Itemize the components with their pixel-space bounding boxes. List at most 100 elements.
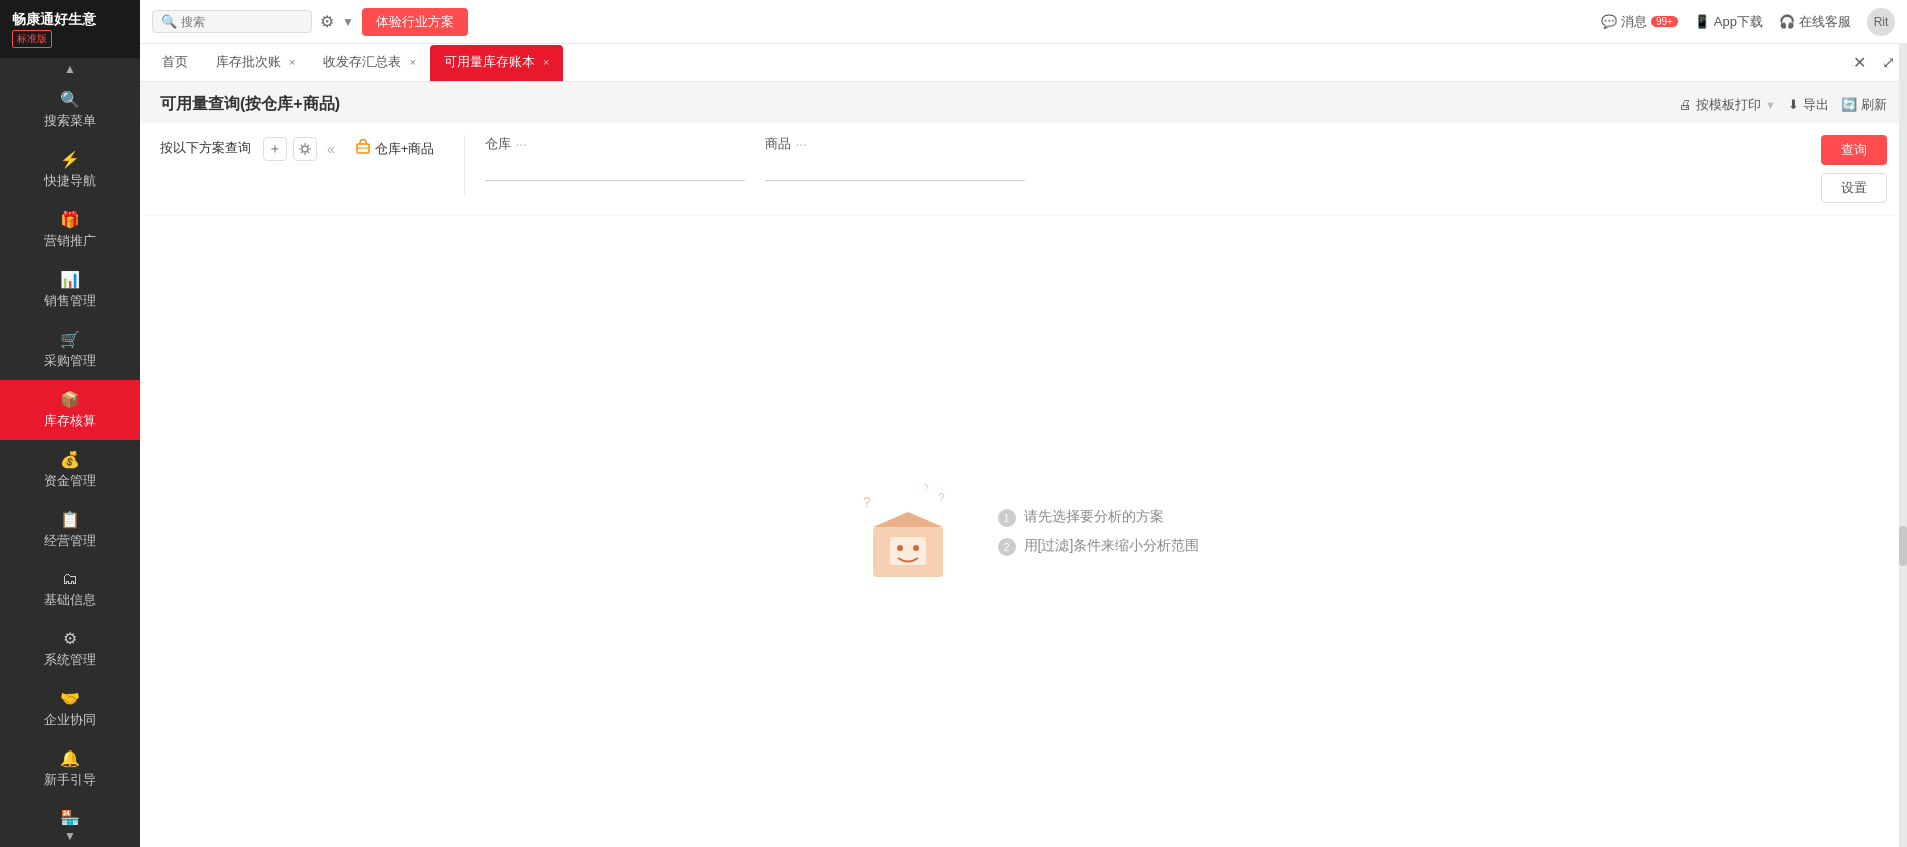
svg-text:?: ? xyxy=(938,491,945,505)
print-label: 按模板打印 xyxy=(1696,96,1761,114)
svg-text:?: ? xyxy=(923,483,929,494)
tab-available-close[interactable]: × xyxy=(543,56,549,68)
sidebar-item-enterprise[interactable]: 🤝 企业协同 xyxy=(0,679,140,739)
tab-available[interactable]: 可用量库存账本 × xyxy=(430,45,563,81)
close-tab-button[interactable]: ✕ xyxy=(1849,49,1870,76)
sidebar-item-system[interactable]: ⚙ 系统管理 xyxy=(0,619,140,679)
sidebar: 畅康通好生意 标准版 ▲ 🔍 搜索菜单 ⚡ 快捷导航 🎁 营销推广 📊 销售管理… xyxy=(0,0,140,847)
sidebar-item-label: 快捷导航 xyxy=(44,172,96,190)
tabs-right-controls: ✕ ⤢ xyxy=(1849,49,1899,76)
shortcut-icon: ⚡ xyxy=(60,150,80,169)
tip-number-1: 1 xyxy=(998,509,1016,527)
setting-button[interactable]: 设置 xyxy=(1821,173,1887,203)
tab-summary-close[interactable]: × xyxy=(409,56,415,68)
sidebar-logo: 畅康通好生意 标准版 xyxy=(0,0,140,58)
page-header: 可用量查询(按仓库+商品) 🖨 按模板打印 ▼ ⬇ 导出 🔄 刷新 xyxy=(140,82,1907,123)
collapse-panel-button[interactable]: « xyxy=(323,137,339,161)
search-input[interactable] xyxy=(181,15,291,29)
query-schemes: ＋ « 仓库+商品 xyxy=(263,135,444,162)
empty-illustration: ? ? ? xyxy=(848,472,968,592)
scheme-warehouse-product[interactable]: 仓库+商品 xyxy=(345,135,445,162)
sidebar-nav: 🔍 搜索菜单 ⚡ 快捷导航 🎁 营销推广 📊 销售管理 🛒 采购管理 📦 库存核… xyxy=(0,80,140,825)
app-download-action[interactable]: 📱 App下载 xyxy=(1694,13,1763,31)
print-dropdown-icon[interactable]: ▼ xyxy=(1765,99,1776,111)
tab-batch[interactable]: 库存批次账 × xyxy=(202,45,309,81)
basic-icon: 🗂 xyxy=(62,570,78,588)
message-action[interactable]: 💬 消息 99+ xyxy=(1601,13,1678,31)
sidebar-scroll-down[interactable]: ▼ xyxy=(0,825,140,847)
sidebar-item-label: 新手引导 xyxy=(44,771,96,789)
online-service-action[interactable]: 🎧 在线客服 xyxy=(1779,13,1851,31)
phone-icon: 📱 xyxy=(1694,14,1710,29)
tab-batch-close[interactable]: × xyxy=(289,56,295,68)
top-bar: 🔍 ⚙ ▼ 体验行业方案 💬 消息 99+ 📱 App下载 🎧 在线客服 Rit xyxy=(140,0,1907,44)
product-input[interactable] xyxy=(765,157,1025,181)
empty-tip-1: 1 请先选择要分析的方案 xyxy=(998,508,1200,527)
warehouse-input[interactable] xyxy=(485,157,745,181)
svg-point-7 xyxy=(913,545,919,551)
tab-summary[interactable]: 收发存汇总表 × xyxy=(309,45,429,81)
query-actions: 查询 设置 xyxy=(1821,135,1887,203)
sidebar-item-newbie[interactable]: 🔔 新手引导 xyxy=(0,739,140,799)
finance-icon: 💰 xyxy=(60,450,80,469)
config-scheme-button[interactable] xyxy=(293,137,317,161)
refresh-action[interactable]: 🔄 刷新 xyxy=(1841,96,1887,114)
newbie-icon: 🔔 xyxy=(60,749,80,768)
user-name: Rit xyxy=(1874,15,1889,29)
sidebar-item-basic[interactable]: 🗂 基础信息 xyxy=(0,560,140,619)
tab-available-label: 可用量库存账本 xyxy=(444,53,535,71)
sidebar-item-marketing[interactable]: 🎁 营销推广 xyxy=(0,200,140,260)
right-scrollbar[interactable] xyxy=(1899,44,1907,847)
settings-icon[interactable]: ⚙ xyxy=(320,12,334,31)
tab-home[interactable]: 首页 xyxy=(148,45,202,81)
export-action[interactable]: ⬇ 导出 xyxy=(1788,96,1829,114)
sidebar-item-operation[interactable]: 📋 经营管理 xyxy=(0,500,140,560)
sidebar-item-appstore[interactable]: 🏪 应用中心 xyxy=(0,799,140,825)
settings-icon xyxy=(298,142,312,156)
print-action[interactable]: 🖨 按模板打印 ▼ xyxy=(1679,96,1776,114)
sidebar-scroll-up[interactable]: ▲ xyxy=(0,58,140,80)
marketing-icon: 🎁 xyxy=(60,210,80,229)
system-icon: ⚙ xyxy=(63,629,77,648)
tab-batch-label: 库存批次账 xyxy=(216,53,281,71)
warehouse-label: 仓库 xyxy=(485,135,511,153)
expand-tab-button[interactable]: ⤢ xyxy=(1878,49,1899,76)
refresh-label: 刷新 xyxy=(1861,96,1887,114)
sidebar-item-search[interactable]: 🔍 搜索菜单 xyxy=(0,80,140,140)
scheme-icon xyxy=(355,139,371,158)
app-download-label: App下载 xyxy=(1714,13,1763,31)
warehouse-more-icon[interactable]: ··· xyxy=(515,136,527,152)
product-more-icon[interactable]: ··· xyxy=(795,136,807,152)
query-button[interactable]: 查询 xyxy=(1821,135,1887,165)
sidebar-item-label: 经营管理 xyxy=(44,532,96,550)
sidebar-item-label: 采购管理 xyxy=(44,352,96,370)
search-icon: 🔍 xyxy=(60,90,80,109)
scrollbar-thumb[interactable] xyxy=(1899,526,1907,566)
sidebar-item-finance[interactable]: 💰 资金管理 xyxy=(0,440,140,500)
top-bar-actions: 💬 消息 99+ 📱 App下载 🎧 在线客服 Rit xyxy=(1601,8,1895,36)
empty-svg: ? ? ? xyxy=(848,472,968,592)
headset-icon: 🎧 xyxy=(1779,14,1795,29)
sidebar-item-shortcut[interactable]: ⚡ 快捷导航 xyxy=(0,140,140,200)
sidebar-item-label: 销售管理 xyxy=(44,292,96,310)
sidebar-item-label: 资金管理 xyxy=(44,472,96,490)
svg-point-0 xyxy=(302,146,308,152)
page-content: 可用量查询(按仓库+商品) 🖨 按模板打印 ▼ ⬇ 导出 🔄 刷新 按以下方 xyxy=(140,82,1907,847)
sidebar-item-purchase[interactable]: 🛒 采购管理 xyxy=(0,320,140,380)
avatar[interactable]: Rit xyxy=(1867,8,1895,36)
warehouse-field: 仓库 ··· xyxy=(485,135,745,181)
tip-text-2: 用[过滤]条件来缩小分析范围 xyxy=(1024,537,1200,555)
product-field: 商品 ··· xyxy=(765,135,1025,181)
add-scheme-button[interactable]: ＋ xyxy=(263,137,287,161)
search-box[interactable]: 🔍 xyxy=(152,10,312,33)
industry-solution-button[interactable]: 体验行业方案 xyxy=(362,8,468,36)
sidebar-item-label: 库存核算 xyxy=(44,412,96,430)
sidebar-item-sales[interactable]: 📊 销售管理 xyxy=(0,260,140,320)
empty-tip-2: 2 用[过滤]条件来缩小分析范围 xyxy=(998,537,1200,556)
inventory-icon: 📦 xyxy=(60,390,80,409)
dropdown-arrow-icon[interactable]: ▼ xyxy=(342,15,354,29)
operation-icon: 📋 xyxy=(60,510,80,529)
sidebar-item-label: 基础信息 xyxy=(44,591,96,609)
sidebar-item-inventory[interactable]: 📦 库存核算 xyxy=(0,380,140,440)
page-title: 可用量查询(按仓库+商品) xyxy=(160,94,340,115)
